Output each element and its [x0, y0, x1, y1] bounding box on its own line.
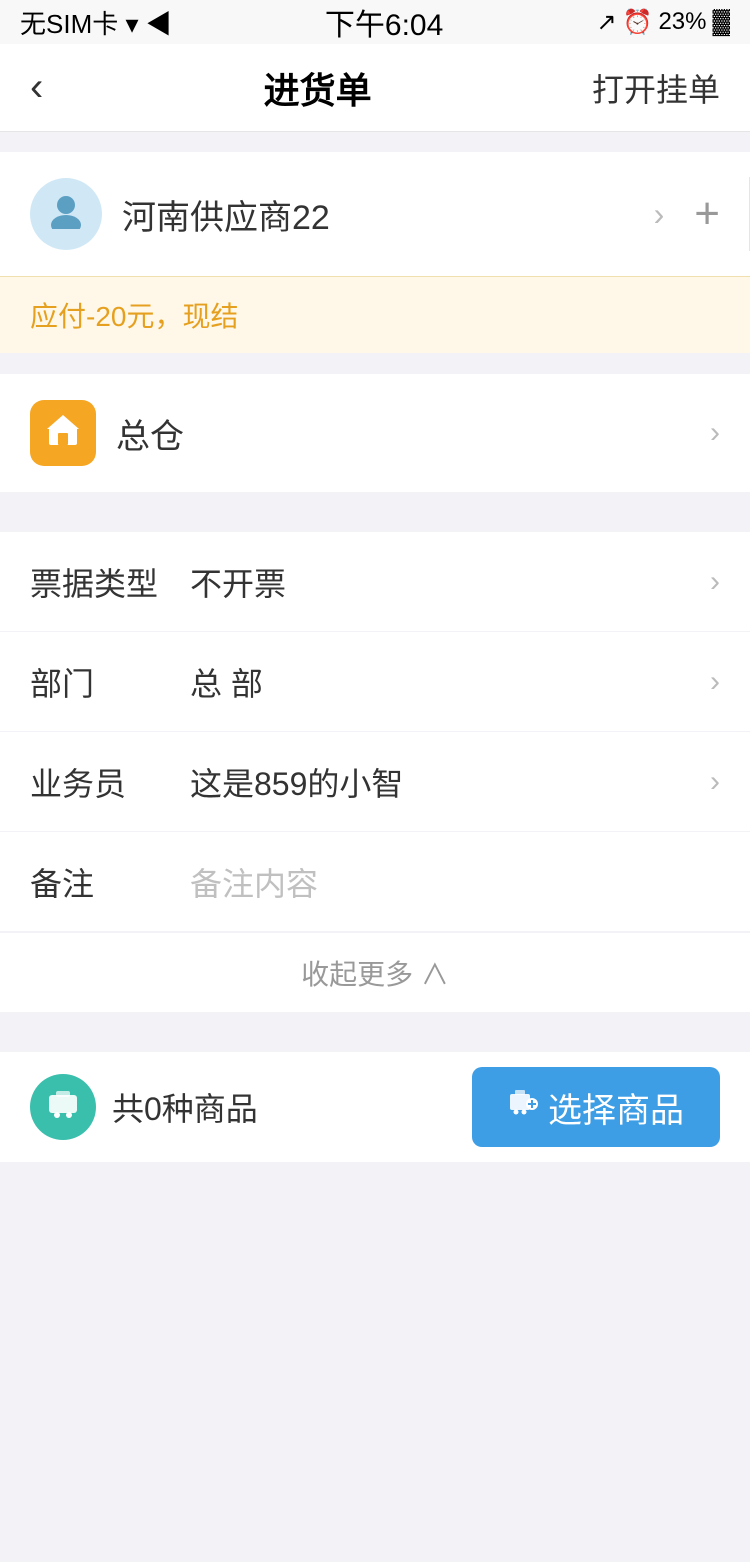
ticket-type-label: 票据类型	[30, 559, 170, 605]
battery-text: 23%	[658, 8, 706, 36]
select-product-label: 选择商品	[548, 1083, 684, 1132]
section-gap-1	[0, 132, 750, 152]
battery-icon: ▓	[712, 8, 730, 36]
status-network: 无SIM卡 ▾ ◀	[20, 4, 172, 41]
warehouse-chevron-icon: ›	[710, 416, 720, 450]
remark-input[interactable]: 备注内容	[170, 859, 720, 905]
notice-text: 应付-20元，现结	[30, 301, 238, 332]
remark-row[interactable]: 备注 备注内容	[0, 832, 750, 932]
supplier-add-button[interactable]: +	[694, 189, 720, 239]
warehouse-name: 总仓	[116, 409, 710, 458]
status-icons: ↗ ⏰ 23% ▓	[596, 8, 730, 37]
sales-label: 业务员	[30, 759, 170, 805]
select-product-button[interactable]: 选择商品	[472, 1067, 720, 1147]
supplier-row[interactable]: 河南供应商22 › +	[0, 152, 750, 276]
section-gap-3	[0, 492, 750, 512]
section-gap-2	[0, 353, 750, 373]
department-label: 部门	[30, 659, 170, 705]
product-icon-wrap	[30, 1074, 96, 1140]
notice-bar: 应付-20元，现结	[0, 276, 750, 353]
main-bg	[0, 1162, 750, 1562]
ticket-type-value: 不开票	[170, 559, 710, 605]
nav-bar: ‹ 进货单 打开挂单	[0, 44, 750, 132]
product-count: 共0种商品	[112, 1084, 258, 1130]
department-value: 总 部	[170, 659, 710, 705]
warehouse-row[interactable]: 总仓 ›	[0, 373, 750, 492]
section-gap-4	[0, 1012, 750, 1032]
select-product-icon	[508, 1088, 538, 1126]
product-left: 共0种商品	[30, 1074, 258, 1140]
open-pending-button[interactable]: 打开挂单	[592, 65, 720, 111]
cart-icon	[45, 1085, 81, 1130]
supplier-chevron-icon: ›	[654, 196, 665, 233]
ticket-type-row[interactable]: 票据类型 不开票 ›	[0, 532, 750, 632]
supplier-avatar	[30, 178, 102, 250]
collapse-label: 收起更多 ∧	[301, 953, 449, 993]
ticket-type-chevron-icon: ›	[710, 565, 720, 599]
status-bar: 无SIM卡 ▾ ◀ 下午6:04 ↗ ⏰ 23% ▓	[0, 0, 750, 44]
remark-label: 备注	[30, 859, 170, 905]
department-chevron-icon: ›	[710, 665, 720, 699]
sales-row[interactable]: 业务员 这是859的小智 ›	[0, 732, 750, 832]
back-button[interactable]: ‹	[30, 65, 43, 110]
sales-chevron-icon: ›	[710, 765, 720, 799]
supplier-name: 河南供应商22	[122, 190, 654, 239]
avatar-icon	[46, 189, 86, 239]
status-time: 下午6:04	[325, 0, 443, 44]
collapse-bar[interactable]: 收起更多 ∧	[0, 932, 750, 1012]
bottom-bar: 共0种商品 选择商品	[0, 1052, 750, 1162]
warehouse-section[interactable]: 总仓 ›	[0, 373, 750, 492]
department-row[interactable]: 部门 总 部 ›	[0, 632, 750, 732]
sales-value: 这是859的小智	[170, 759, 710, 805]
alarm-icon: ⏰	[623, 8, 653, 37]
nav-title: 进货单	[264, 62, 372, 114]
form-section: 票据类型 不开票 › 部门 总 部 › 业务员 这是859的小智 › 备注 备注…	[0, 532, 750, 1012]
location-icon: ↗	[596, 8, 616, 37]
warehouse-icon-wrap	[30, 400, 96, 466]
supplier-section: 河南供应商22 › + 应付-20元，现结	[0, 152, 750, 353]
warehouse-icon	[45, 411, 81, 456]
